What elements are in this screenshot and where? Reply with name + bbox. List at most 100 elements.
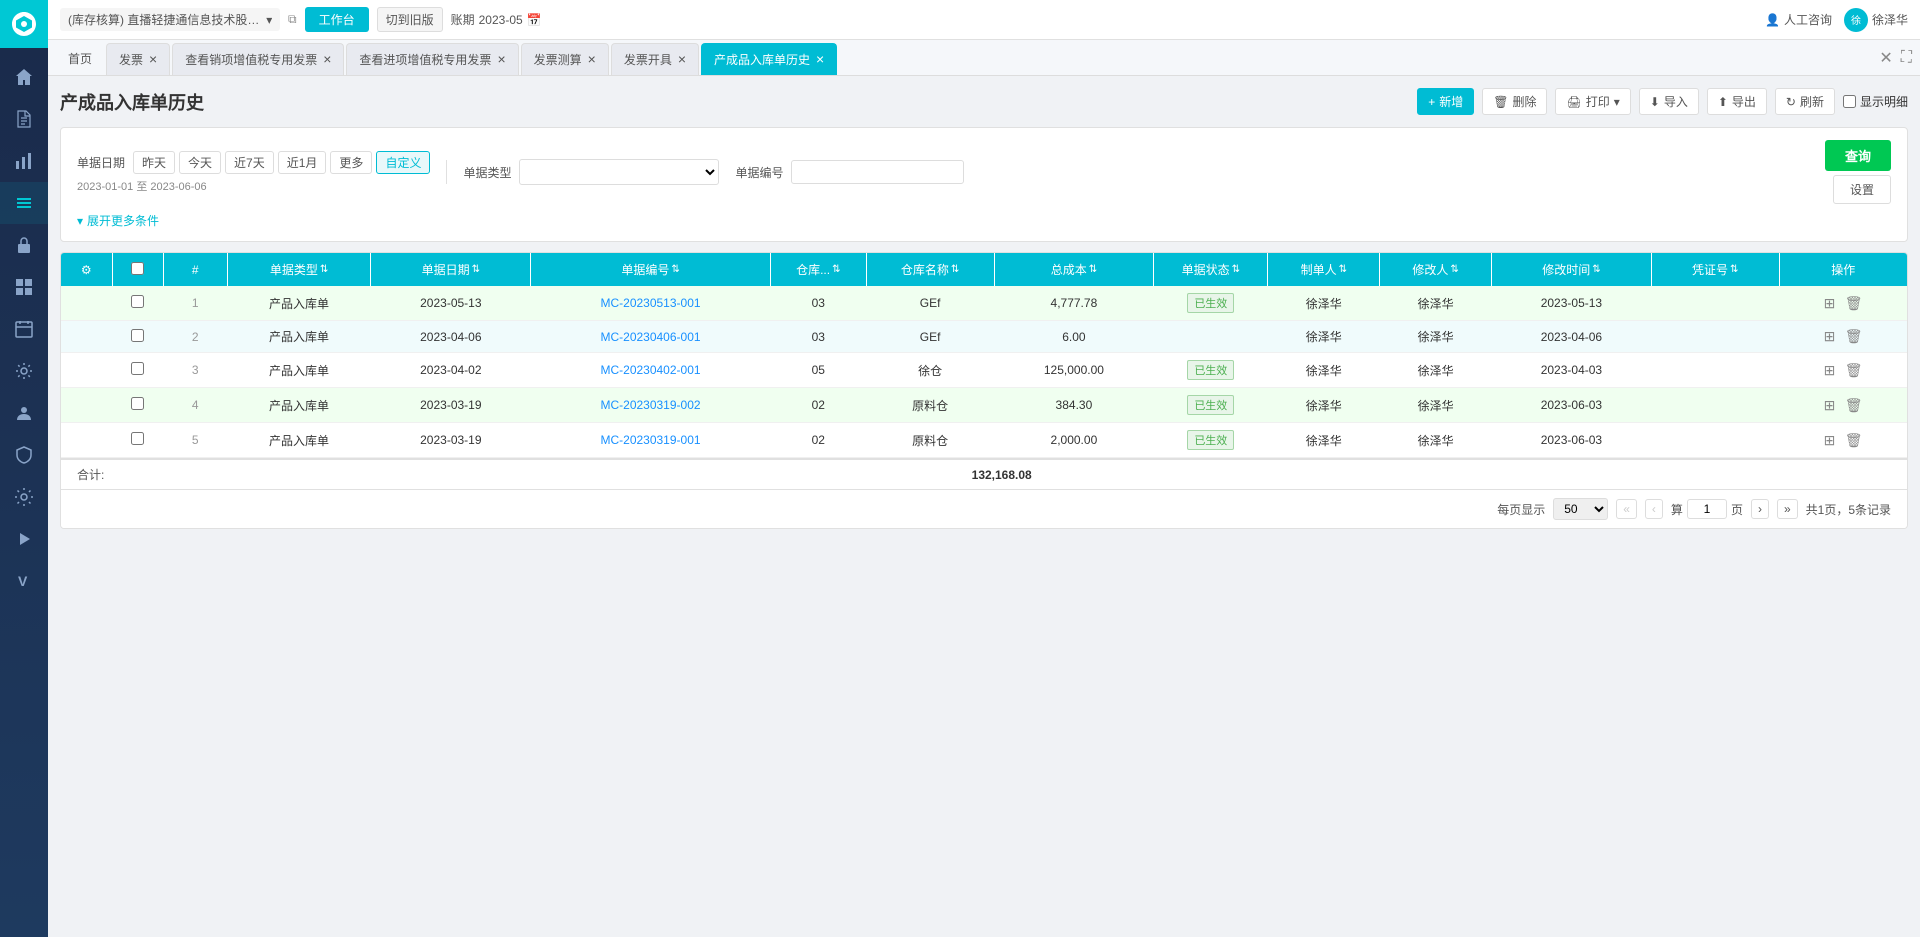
- td-code-2[interactable]: MC-20230402-001: [531, 353, 771, 388]
- delete-button[interactable]: 🗑 删除: [1482, 88, 1547, 115]
- sidebar-item-v[interactable]: V: [0, 560, 48, 602]
- th-type[interactable]: 单据类型⇅: [227, 253, 371, 286]
- export-button[interactable]: ⬆ 导出: [1707, 88, 1767, 115]
- tab-query-purchase-close[interactable]: ×: [497, 52, 505, 66]
- th-warehouse-name[interactable]: 仓库名称⇅: [866, 253, 994, 286]
- sidebar-item-calendar[interactable]: [0, 308, 48, 350]
- sidebar-item-gear[interactable]: [0, 476, 48, 518]
- new-button[interactable]: + 新增: [1417, 88, 1474, 115]
- th-code[interactable]: 单据编号⇅: [531, 253, 771, 286]
- show-detail-checkbox[interactable]: [1843, 95, 1856, 108]
- delete-row-btn-3[interactable]: 🗑: [1842, 397, 1866, 414]
- th-mod-time[interactable]: 修改时间⇅: [1492, 253, 1652, 286]
- sidebar-item-inventory[interactable]: [0, 182, 48, 224]
- td-code-1[interactable]: MC-20230406-001: [531, 321, 771, 353]
- support-button[interactable]: 👤 人工咨询: [1765, 11, 1832, 28]
- row-checkbox-3[interactable]: [131, 397, 144, 410]
- first-page-button[interactable]: «: [1616, 499, 1637, 519]
- td-checkbox-4[interactable]: [112, 423, 163, 458]
- sidebar-item-documents[interactable]: [0, 98, 48, 140]
- import-button[interactable]: ⬇ 导入: [1639, 88, 1699, 115]
- code-filter-input[interactable]: [791, 160, 964, 184]
- per-page-select[interactable]: 50 20 100: [1553, 498, 1608, 520]
- sidebar-item-user[interactable]: [0, 392, 48, 434]
- sidebar-item-lock[interactable]: [0, 224, 48, 266]
- view-btn-3[interactable]: ⊞: [1821, 397, 1839, 414]
- date-yesterday-btn[interactable]: 昨天: [133, 151, 175, 174]
- calendar-icon[interactable]: 📅: [527, 13, 542, 27]
- doc-link-2[interactable]: MC-20230402-001: [600, 363, 700, 377]
- sidebar-item-settings2[interactable]: [0, 350, 48, 392]
- th-creator[interactable]: 制单人⇅: [1268, 253, 1380, 286]
- tab-product-in[interactable]: 产成品入库单历史 ×: [701, 43, 837, 75]
- tab-invoice-open-close[interactable]: ×: [678, 52, 686, 66]
- next-page-button[interactable]: ›: [1751, 499, 1769, 519]
- td-checkbox-3[interactable]: [112, 388, 163, 423]
- tab-query-sales-vat[interactable]: 查看销项增值税专用发票 ×: [172, 43, 344, 75]
- td-code-0[interactable]: MC-20230513-001: [531, 286, 771, 321]
- date-1month-btn[interactable]: 近1月: [278, 151, 327, 174]
- th-date[interactable]: 单据日期⇅: [371, 253, 531, 286]
- sidebar-item-home[interactable]: [0, 56, 48, 98]
- row-checkbox-1[interactable]: [131, 329, 144, 342]
- sidebar-item-shield[interactable]: [0, 434, 48, 476]
- tab-close-all-button[interactable]: ✕: [1879, 48, 1892, 68]
- sidebar-item-grid[interactable]: [0, 266, 48, 308]
- view-btn-2[interactable]: ⊞: [1821, 362, 1839, 379]
- th-modifier[interactable]: 修改人⇅: [1380, 253, 1492, 286]
- th-warehouse-id[interactable]: 仓库...⇅: [770, 253, 866, 286]
- copy-icon[interactable]: ⧉: [288, 12, 297, 27]
- expand-filter-btn[interactable]: ▾ 展开更多条件: [77, 212, 1891, 229]
- delete-row-btn-2[interactable]: 🗑: [1842, 362, 1866, 379]
- doc-link-0[interactable]: MC-20230513-001: [600, 296, 700, 310]
- th-voucher[interactable]: 凭证号⇅: [1651, 253, 1779, 286]
- show-detail-checkbox-group[interactable]: 显示明细: [1843, 88, 1908, 115]
- date-today-btn[interactable]: 今天: [179, 151, 221, 174]
- td-checkbox-1[interactable]: [112, 321, 163, 353]
- reset-button[interactable]: 设置: [1833, 175, 1891, 204]
- date-custom-btn[interactable]: 自定义: [376, 151, 430, 174]
- td-checkbox-0[interactable]: [112, 286, 163, 321]
- user-menu[interactable]: 徐 徐泽华: [1844, 8, 1908, 32]
- switch-old-button[interactable]: 切到旧版: [377, 7, 443, 32]
- th-status[interactable]: 单据状态⇅: [1154, 253, 1268, 286]
- tab-product-in-close[interactable]: ×: [816, 52, 824, 66]
- delete-row-btn-4[interactable]: 🗑: [1842, 432, 1866, 449]
- td-code-3[interactable]: MC-20230319-002: [531, 388, 771, 423]
- refresh-button[interactable]: ↻ 刷新: [1775, 88, 1835, 115]
- tab-home[interactable]: 首页: [56, 43, 104, 75]
- doc-link-3[interactable]: MC-20230319-002: [600, 398, 700, 412]
- tab-query-purchase-vat[interactable]: 查看进项增值税专用发票 ×: [346, 43, 518, 75]
- row-checkbox-2[interactable]: [131, 362, 144, 375]
- prev-page-button[interactable]: ‹: [1645, 499, 1663, 519]
- doc-link-1[interactable]: MC-20230406-001: [600, 330, 700, 344]
- tab-maximize-button[interactable]: ⛶: [1901, 48, 1912, 68]
- workbench-button[interactable]: 工作台: [305, 7, 369, 32]
- delete-row-btn-0[interactable]: 🗑: [1842, 295, 1866, 312]
- date-7days-btn[interactable]: 近7天: [225, 151, 274, 174]
- tab-query-sales-close[interactable]: ×: [323, 52, 331, 66]
- row-checkbox-0[interactable]: [131, 295, 144, 308]
- view-btn-1[interactable]: ⊞: [1821, 328, 1839, 345]
- th-settings[interactable]: ⚙: [61, 253, 112, 286]
- view-btn-0[interactable]: ⊞: [1821, 295, 1839, 312]
- td-code-4[interactable]: MC-20230319-001: [531, 423, 771, 458]
- td-checkbox-2[interactable]: [112, 353, 163, 388]
- tab-invoice-calc[interactable]: 发票测算 ×: [521, 43, 609, 75]
- th-checkbox[interactable]: [112, 253, 163, 286]
- last-page-button[interactable]: »: [1777, 499, 1798, 519]
- type-filter-select[interactable]: [519, 159, 719, 185]
- delete-row-btn-1[interactable]: 🗑: [1842, 328, 1866, 345]
- tab-invoice-close[interactable]: ×: [149, 52, 157, 66]
- sidebar-item-analytics[interactable]: [0, 140, 48, 182]
- sidebar-item-play[interactable]: [0, 518, 48, 560]
- date-more-btn[interactable]: 更多: [330, 151, 372, 174]
- view-btn-4[interactable]: ⊞: [1821, 432, 1839, 449]
- print-button[interactable]: 🖨 打印 ▾: [1555, 88, 1630, 115]
- tab-invoice[interactable]: 发票 ×: [106, 43, 170, 75]
- select-all-checkbox[interactable]: [131, 262, 144, 275]
- doc-link-4[interactable]: MC-20230319-001: [600, 433, 700, 447]
- page-input[interactable]: [1687, 499, 1727, 519]
- tab-invoice-open[interactable]: 发票开具 ×: [611, 43, 699, 75]
- row-checkbox-4[interactable]: [131, 432, 144, 445]
